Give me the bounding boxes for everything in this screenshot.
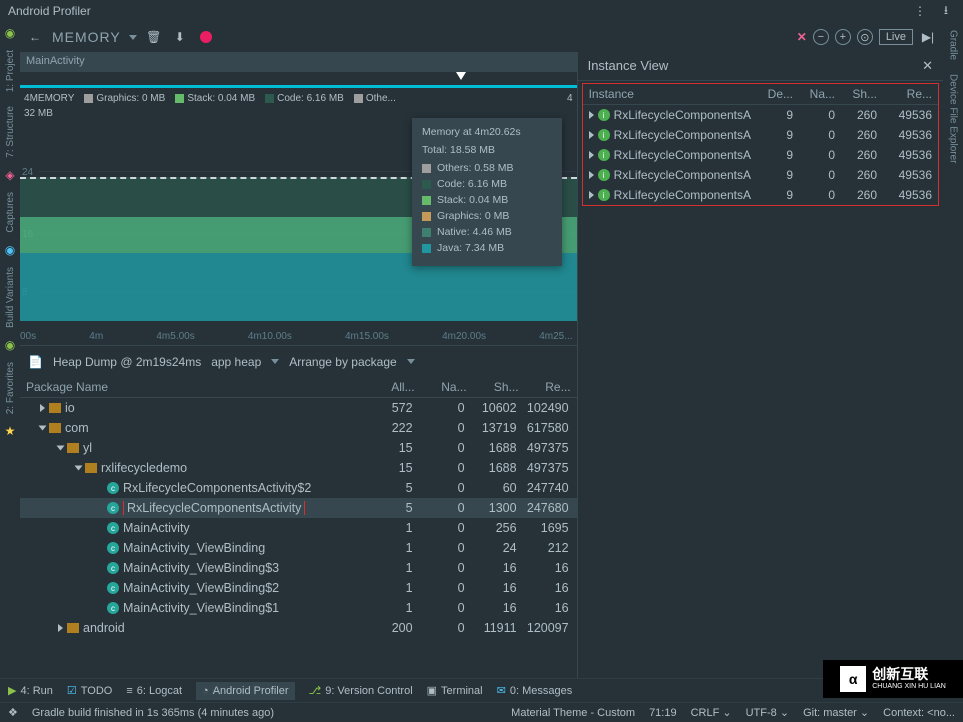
heap-row[interactable]: yl1501688497375 [20,438,577,458]
dot-icon: ◈ [5,168,14,182]
legend: 4MEMORY Graphics: 0 MB Stack: 0.04 MB Co… [20,88,577,108]
tab-terminal[interactable]: ▣Terminal [427,684,483,697]
heap-row[interactable]: android200011911120097 [20,618,577,638]
dump-icon[interactable]: ⬇ [171,28,189,46]
tab-messages[interactable]: ✉0: Messages [497,684,573,697]
col-re[interactable]: Re... [519,380,571,394]
logo-icon: α [840,666,866,692]
dropdown-icon[interactable] [129,35,137,40]
rail-project[interactable]: 1: Project [5,50,16,92]
col-sh[interactable]: Sh... [467,380,519,394]
timeline[interactable] [20,72,577,88]
build-status-icon: ❖ [8,706,18,719]
file-icon: 📄 [28,355,43,369]
col-de[interactable]: De... [751,87,793,101]
record-button[interactable] [197,28,215,46]
trash-icon[interactable]: 🗑 [145,28,163,46]
status-context[interactable]: Context: <no... [883,707,955,719]
watermark: α 创新互联CHUANG XIN HU LIAN [823,660,963,698]
heap-row[interactable]: cMainActivity_ViewBinding$2101616 [20,578,577,598]
tab-profiler[interactable]: ◔Android Profiler [196,682,294,700]
instance-row[interactable]: iRxLifecycleComponentsA9026049536 [583,105,938,125]
rail-buildvariants[interactable]: Build Variants [5,267,16,328]
left-rail: ◉ 1: Project 7: Structure ◈ Captures ◉ B… [0,22,20,678]
tab-todo[interactable]: ☑TODO [67,684,112,697]
arrange-dropdown[interactable]: Arrange by package [289,355,396,369]
live-button[interactable]: Live [879,29,913,45]
dropdown-icon[interactable] [271,359,279,364]
instance-row[interactable]: iRxLifecycleComponentsA9026049536 [583,165,938,185]
heap-row[interactable]: cMainActivity_ViewBinding$3101616 [20,558,577,578]
tab-logcat[interactable]: ≡6: Logcat [126,685,182,697]
zoom-in-icon[interactable]: + [835,29,851,45]
end-icon[interactable]: ▶| [919,28,937,46]
tab-run[interactable]: ▶4: Run [8,684,53,697]
rail-favorites[interactable]: 2: Favorites [5,362,16,414]
instance-view-title: Instance View [588,58,669,74]
memory-label[interactable]: MEMORY [52,29,121,45]
instance-row[interactable]: iRxLifecycleComponentsA9026049536 [583,125,938,145]
rail-gradle[interactable]: Gradle [948,30,959,60]
heap-row[interactable]: com222013719617580 [20,418,577,438]
right-rail: Gradle Device File Explorer [943,22,963,678]
status-theme[interactable]: Material Theme - Custom [511,707,635,719]
rail-structure[interactable]: 7: Structure [5,106,16,158]
heap-row[interactable]: cRxLifecycleComponentsActivity$250602477… [20,478,577,498]
heap-row[interactable]: cMainActivity_ViewBinding$1101616 [20,598,577,618]
heap-row[interactable]: rxlifecycledemo1501688497375 [20,458,577,478]
more-icon[interactable]: ⋮ [911,2,929,20]
status-git[interactable]: Git: master ⌄ [803,706,869,719]
col-re2[interactable]: Re... [877,87,932,101]
star-icon: ★ [5,424,16,438]
status-enc[interactable]: UTF-8 ⌄ [746,706,789,719]
dropdown-icon[interactable] [407,359,415,364]
back-icon[interactable]: ← [26,28,44,46]
instance-row[interactable]: iRxLifecycleComponentsA9026049536 [583,185,938,205]
tab-vcs[interactable]: ⎇9: Version Control [309,684,413,697]
window-title: Android Profiler [8,4,91,18]
col-package[interactable]: Package Name [26,380,363,394]
instance-row[interactable]: iRxLifecycleComponentsA9026049536 [583,145,938,165]
col-all[interactable]: All... [363,380,415,394]
rail-captures[interactable]: Captures [5,192,16,233]
heap-dump-label: Heap Dump @ 2m19s24ms [53,355,201,369]
col-na2[interactable]: Na... [793,87,835,101]
heap-row[interactable]: io572010602102490 [20,398,577,418]
collapse-icon[interactable]: ⭳ [937,2,955,20]
android-icon: ◉ [5,26,15,40]
rail-device-explorer[interactable]: Device File Explorer [948,74,959,163]
col-sh2[interactable]: Sh... [835,87,877,101]
heap-row[interactable]: cMainActivity_ViewBinding1024212 [20,538,577,558]
heap-row[interactable]: cRxLifecycleComponentsActivity5013002476… [20,498,577,518]
chart-tooltip: Memory at 4m20.62s Total: 18.58 MB Other… [412,118,562,266]
dot-icon2: ◉ [5,243,15,257]
col-na[interactable]: Na... [415,380,467,394]
android-icon2: ◉ [5,338,15,352]
reset-zoom-icon[interactable]: ⊙ [857,29,873,45]
heap-row[interactable]: cMainActivity102561695 [20,518,577,538]
heap-dropdown[interactable]: app heap [211,355,261,369]
status-message: Gradle build finished in 1s 365ms (4 min… [32,707,274,719]
col-instance[interactable]: Instance [589,87,751,101]
close-icon[interactable]: ✕ [797,30,807,44]
zoom-out-icon[interactable]: − [813,29,829,45]
x-axis: 00s4m4m5.00s4m10.00s4m15.00s4m20.00s4m25… [20,329,577,345]
close-icon[interactable]: ✕ [922,58,933,74]
activity-bar: MainActivity [20,52,577,72]
status-eol[interactable]: CRLF ⌄ [691,706,732,719]
status-pos[interactable]: 71:19 [649,707,677,719]
